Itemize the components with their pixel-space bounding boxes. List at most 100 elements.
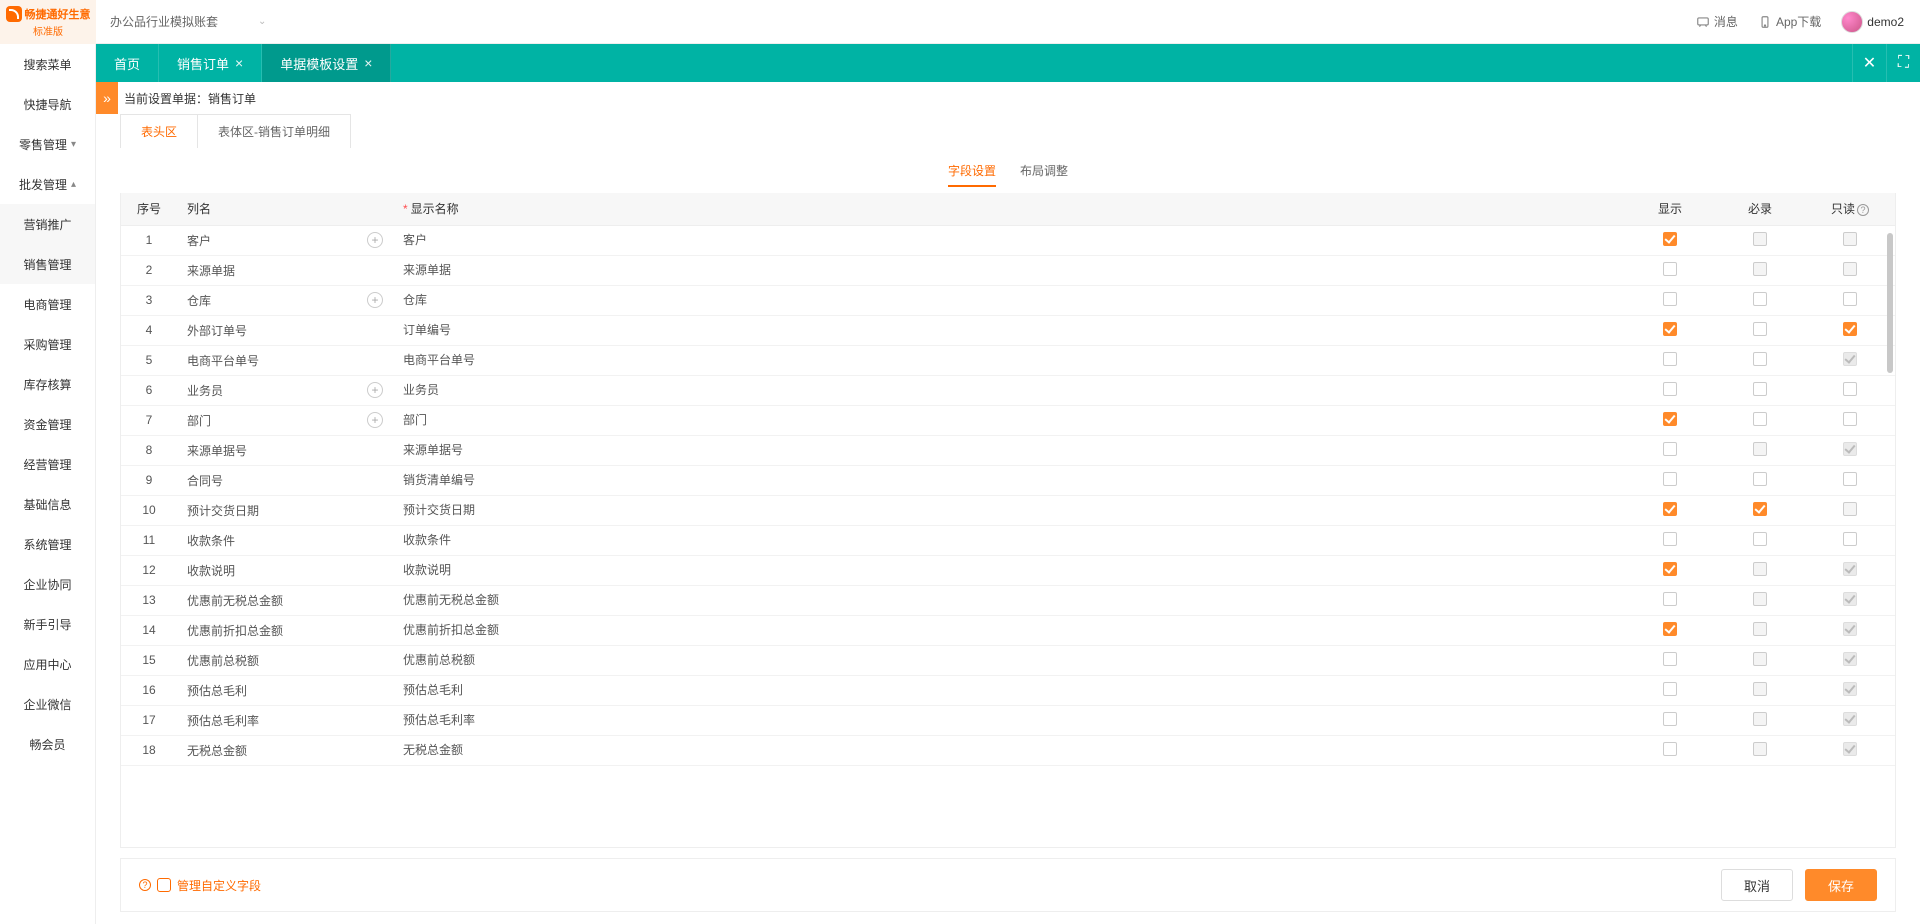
cell-plus [357,585,393,615]
checkbox[interactable] [1663,712,1677,726]
save-button[interactable]: 保存 [1805,869,1877,901]
display-name-input[interactable] [403,293,1615,307]
display-name-input[interactable] [403,743,1615,757]
checkbox [1753,652,1767,666]
fullscreen-button[interactable]: ⛶ [1886,44,1920,82]
checkbox[interactable] [1843,472,1857,486]
sidebar-item-0[interactable]: 搜索菜单 [0,44,95,84]
sidebar-item-3[interactable]: 批发管理▴ [0,164,95,204]
sidebar-item-8[interactable]: 库存核算 [0,364,95,404]
sidebar-item-4[interactable]: 营销推广 [0,204,95,244]
close-icon[interactable]: × [235,55,243,71]
sidebar-item-2[interactable]: 零售管理▾ [0,124,95,164]
col-show: 显示 [1625,193,1715,225]
zone-tab-header[interactable]: 表头区 [120,114,198,148]
account-set-select[interactable]: 办公品行业模拟账套 ⌄ [110,13,266,30]
add-icon[interactable]: + [367,232,383,248]
sidebar-item-6[interactable]: 电商管理 [0,284,95,324]
checkbox[interactable] [1663,682,1677,696]
checkbox[interactable] [1663,412,1677,426]
sidebar-item-7[interactable]: 采购管理 [0,324,95,364]
checkbox[interactable] [1663,622,1677,636]
sidebar-item-9[interactable]: 资金管理 [0,404,95,444]
checkbox[interactable] [1663,292,1677,306]
display-name-input[interactable] [403,323,1615,337]
sidebar-item-15[interactable]: 应用中心 [0,644,95,684]
checkbox[interactable] [1843,292,1857,306]
scrollbar[interactable] [1887,233,1893,373]
messages-link[interactable]: 消息 [1696,13,1738,30]
checkbox[interactable] [1753,472,1767,486]
checkbox[interactable] [1753,532,1767,546]
display-name-input[interactable] [403,683,1615,697]
checkbox[interactable] [1663,472,1677,486]
tab-sales-order[interactable]: 销售订单 × [159,44,262,82]
checkbox[interactable] [1753,502,1767,516]
display-name-input[interactable] [403,623,1615,637]
checkbox[interactable] [1753,292,1767,306]
checkbox[interactable] [1843,322,1857,336]
checkbox[interactable] [1663,532,1677,546]
checkbox[interactable] [1843,532,1857,546]
display-name-input[interactable] [403,713,1615,727]
checkbox[interactable] [1753,382,1767,396]
help-icon[interactable]: ? [1857,204,1869,216]
checkbox[interactable] [1753,352,1767,366]
sidebar-item-11[interactable]: 基础信息 [0,484,95,524]
display-name-input[interactable] [403,533,1615,547]
tab-template-settings[interactable]: 单据模板设置 × [262,44,391,82]
tab-home[interactable]: 首页 [96,44,159,82]
display-name-input[interactable] [403,443,1615,457]
sidebar-item-13[interactable]: 企业协同 [0,564,95,604]
manage-custom-fields-link[interactable]: ? 管理自定义字段 [139,877,261,894]
checkbox[interactable] [1843,412,1857,426]
display-name-input[interactable] [403,263,1615,277]
checkbox[interactable] [1753,412,1767,426]
checkbox[interactable] [1663,562,1677,576]
checkbox[interactable] [1663,232,1677,246]
display-name-input[interactable] [403,503,1615,517]
app-download-link[interactable]: App下载 [1758,13,1821,30]
checkbox[interactable] [1663,442,1677,456]
checkbox[interactable] [1663,592,1677,606]
user-menu[interactable]: demo2 [1841,11,1904,33]
add-icon[interactable]: + [367,412,383,428]
sidebar-item-16[interactable]: 企业微信 [0,684,95,724]
display-name-input[interactable] [403,473,1615,487]
cell-seq: 8 [121,435,177,465]
display-name-input[interactable] [403,563,1615,577]
cancel-button[interactable]: 取消 [1721,869,1793,901]
close-icon[interactable]: × [364,55,372,71]
sidebar-item-5[interactable]: 销售管理 [0,244,95,284]
display-name-input[interactable] [403,653,1615,667]
zone-tab-body[interactable]: 表体区-销售订单明细 [197,114,351,148]
checkbox[interactable] [1663,352,1677,366]
fields-table-wrap[interactable]: 序号 列名 *显示名称 显示 必录 只读? 1客户+2来源单据3仓库+4外部订单… [120,193,1896,848]
checkbox[interactable] [1663,382,1677,396]
checkbox[interactable] [1663,652,1677,666]
sub-tab-layout[interactable]: 布局调整 [1020,162,1068,187]
checkbox[interactable] [1843,382,1857,396]
sidebar-item-17[interactable]: 畅会员 [0,724,95,764]
display-name-input[interactable] [403,383,1615,397]
topbar-right: 消息 App下载 demo2 [1696,11,1904,33]
checkbox[interactable] [1663,742,1677,756]
display-name-input[interactable] [403,233,1615,247]
sidebar-item-12[interactable]: 系统管理 [0,524,95,564]
display-name-input[interactable] [403,353,1615,367]
sidebar-item-14[interactable]: 新手引导 [0,604,95,644]
checkbox[interactable] [1663,502,1677,516]
display-name-input[interactable] [403,413,1615,427]
collapse-toggle[interactable]: » [96,82,118,114]
checkbox[interactable] [1663,262,1677,276]
add-icon[interactable]: + [367,382,383,398]
sidebar-item-10[interactable]: 经营管理 [0,444,95,484]
display-name-input[interactable] [403,593,1615,607]
sidebar-item-1[interactable]: 快捷导航 [0,84,95,124]
checkbox[interactable] [1663,322,1677,336]
close-all-button[interactable]: ✕ [1852,44,1886,82]
sub-tab-fields[interactable]: 字段设置 [948,162,996,187]
add-icon[interactable]: + [367,292,383,308]
checkbox[interactable] [1753,322,1767,336]
footer-bar: ? 管理自定义字段 取消 保存 [120,858,1896,912]
